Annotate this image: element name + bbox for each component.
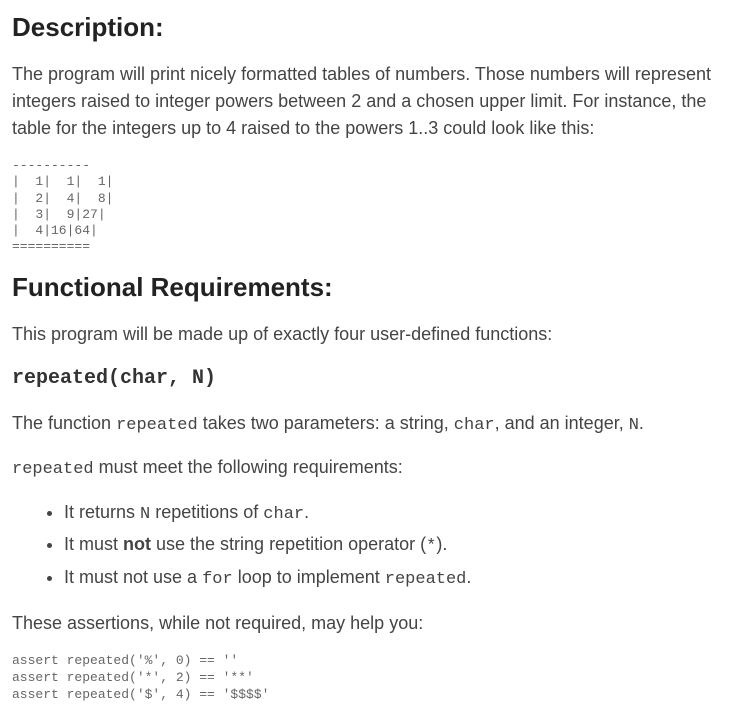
list-item: It returns N repetitions of char. [64,499,741,528]
text-fragment: . [466,567,471,587]
code-star: * [426,537,436,556]
text-fragment: . [304,502,309,522]
code-n: N [140,505,150,524]
functional-heading: Functional Requirements: [12,268,741,307]
text-fragment: . [639,413,644,433]
functional-intro: This program will be made up of exactly … [12,321,741,348]
code-char: char [263,505,304,524]
assertions-intro: These assertions, while not required, ma… [12,610,741,637]
code-n: N [629,416,639,435]
text-fragment: ). [436,534,447,554]
list-item: It must not use a for loop to implement … [64,564,741,593]
text-fragment: , and an integer, [495,413,629,433]
text-fragment: takes two parameters: a string, [198,413,454,433]
description-heading: Description: [12,8,741,47]
description-paragraph: The program will print nicely formatted … [12,61,741,142]
function-signature: repeated(char, N) [12,364,741,394]
requirements-list: It returns N repetitions of char. It mus… [64,499,741,593]
code-repeated: repeated [12,460,94,479]
code-for: for [202,570,233,589]
text-fragment: It must [64,534,123,554]
text-fragment: loop to implement [233,567,385,587]
code-repeated: repeated [116,416,198,435]
code-char: char [454,416,495,435]
example-table: ---------- | 1| 1| 1| | 2| 4| 8| | 3| 9|… [12,158,741,256]
text-fragment: It returns [64,502,140,522]
code-repeated: repeated [385,570,467,589]
text-fragment: repetitions of [150,502,263,522]
function-description: The function repeated takes two paramete… [12,410,741,439]
text-fragment: use the string repetition operator ( [151,534,426,554]
assertions-code: assert repeated('%', 0) == '' assert rep… [12,653,741,704]
list-item: It must not use the string repetition op… [64,531,741,560]
text-fragment: must meet the following requirements: [94,457,403,477]
requirements-intro: repeated must meet the following require… [12,454,741,483]
bold-not: not [123,534,151,554]
text-fragment: It must not use a [64,567,202,587]
text-fragment: The function [12,413,116,433]
